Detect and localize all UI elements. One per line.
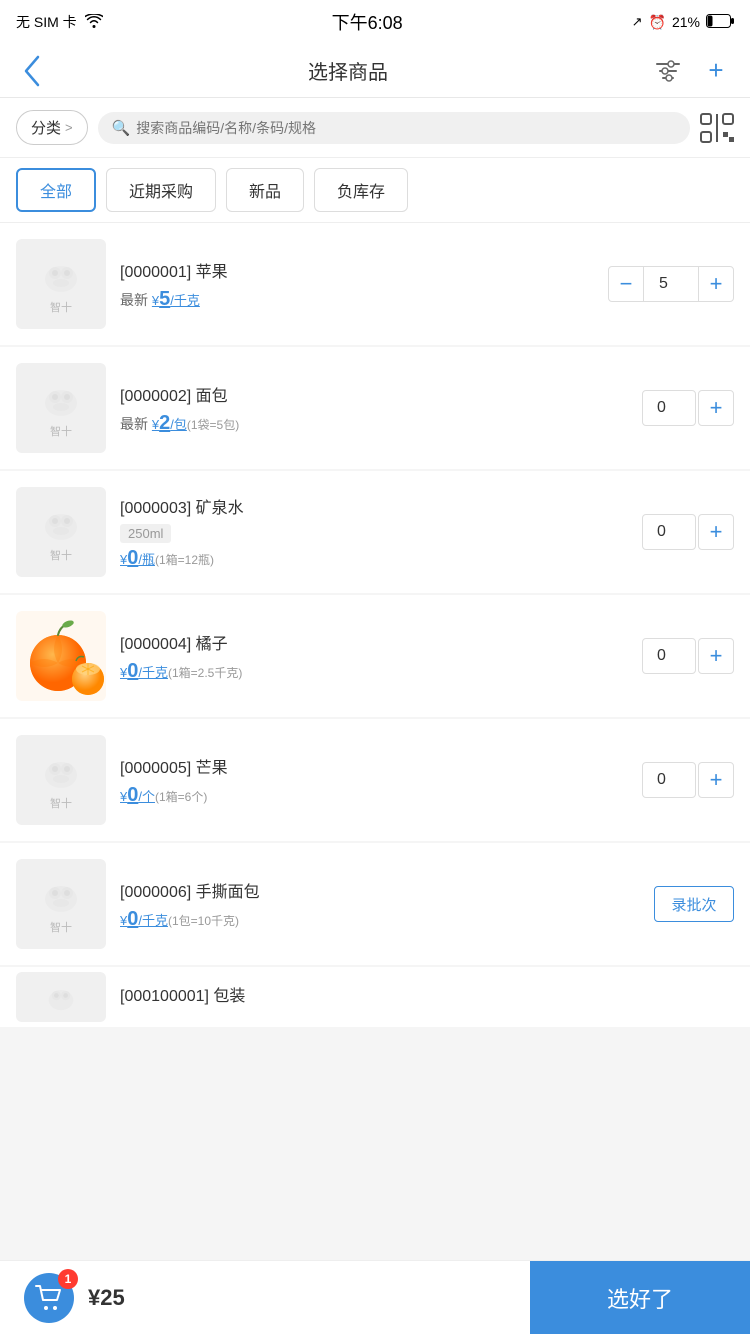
bottom-bar: 1 ¥25 选好了 bbox=[0, 1260, 750, 1334]
product-price: ¥0/千克(1箱=2.5千克) bbox=[120, 660, 628, 683]
product-price: 最新 ¥2/包(1袋=5包) bbox=[120, 412, 628, 435]
list-item: 智十 [0000005] 芒果 ¥0/个(1箱=6个) + bbox=[0, 719, 750, 841]
nav-bar: 选择商品 + bbox=[0, 44, 750, 98]
category-arrow: > bbox=[65, 120, 73, 135]
quantity-increase-button[interactable]: + bbox=[698, 266, 734, 302]
search-icon: 🔍 bbox=[112, 119, 131, 137]
product-image-0000003: 智十 bbox=[16, 487, 106, 577]
category-button[interactable]: 分类 > bbox=[16, 110, 88, 145]
product-price: ¥0/瓶(1箱=12瓶) bbox=[120, 547, 628, 570]
carrier-text: 无 SIM 卡 bbox=[16, 12, 77, 32]
quantity-control-0000003: + bbox=[642, 514, 734, 550]
product-name: [0000004] 橘子 bbox=[120, 630, 628, 654]
scan-button[interactable] bbox=[700, 113, 734, 143]
product-info-0000003: [0000003] 矿泉水 250ml ¥0/瓶(1箱=12瓶) bbox=[120, 494, 628, 570]
product-price: ¥0/千克(1包=10千克) bbox=[120, 908, 640, 931]
back-button[interactable] bbox=[20, 53, 42, 89]
cart-total: ¥25 bbox=[88, 1285, 125, 1311]
quantity-decrease-button[interactable]: − bbox=[608, 266, 644, 302]
list-item: [0000004] 橘子 ¥0/千克(1箱=2.5千克) + bbox=[0, 595, 750, 717]
confirm-button[interactable]: 选好了 bbox=[530, 1261, 750, 1334]
page-title: 选择商品 bbox=[308, 56, 388, 85]
quantity-increase-button[interactable]: + bbox=[698, 638, 734, 674]
quantity-input[interactable] bbox=[642, 762, 696, 798]
product-info-0000006: [0000006] 手撕面包 ¥0/千克(1包=10千克) bbox=[120, 878, 640, 931]
quantity-increase-button[interactable]: + bbox=[698, 762, 734, 798]
tab-new[interactable]: 新品 bbox=[226, 168, 304, 212]
quantity-input[interactable] bbox=[644, 266, 698, 302]
tab-negative[interactable]: 负库存 bbox=[314, 168, 408, 212]
quantity-increase-button[interactable]: + bbox=[698, 390, 734, 426]
product-info-0000005: [0000005] 芒果 ¥0/个(1箱=6个) bbox=[120, 754, 628, 807]
tab-recent[interactable]: 近期采购 bbox=[106, 168, 216, 212]
product-name: [0000001] 苹果 bbox=[120, 258, 594, 282]
search-box[interactable]: 🔍 bbox=[98, 112, 690, 144]
add-button[interactable]: + bbox=[702, 57, 730, 85]
cart-icon-button[interactable]: 1 bbox=[24, 1273, 74, 1323]
quantity-control-0000004: + bbox=[642, 638, 734, 674]
quantity-input[interactable] bbox=[642, 390, 696, 426]
list-item: 智十 [0000003] 矿泉水 250ml ¥0/瓶(1箱=12瓶) + bbox=[0, 471, 750, 593]
list-item: [000100001] 包装 bbox=[0, 967, 750, 1027]
status-left: 无 SIM 卡 bbox=[16, 12, 103, 32]
product-list: 智十 [0000001] 苹果 最新 ¥5/千克 − + bbox=[0, 223, 750, 1027]
quantity-control-0000001: − + bbox=[608, 266, 734, 302]
search-input[interactable] bbox=[136, 120, 676, 136]
quantity-increase-button[interactable]: + bbox=[698, 514, 734, 550]
cart-area: 1 ¥25 bbox=[0, 1273, 530, 1323]
product-name: [0000003] 矿泉水 bbox=[120, 494, 628, 518]
product-info-0000002: [0000002] 面包 最新 ¥2/包(1袋=5包) bbox=[120, 382, 628, 435]
status-right: ↗ ⏰ 21% bbox=[632, 14, 734, 31]
list-item: 智十 [0000006] 手撕面包 ¥0/千克(1包=10千克) 录批次 bbox=[0, 843, 750, 965]
product-image-0000002: 智十 bbox=[16, 363, 106, 453]
list-item: 智十 [0000002] 面包 最新 ¥2/包(1袋=5包) + bbox=[0, 347, 750, 469]
alarm-icon: ⏰ bbox=[649, 14, 666, 31]
category-label: 分类 bbox=[31, 117, 61, 138]
quantity-control-0000002: + bbox=[642, 390, 734, 426]
tab-all[interactable]: 全部 bbox=[16, 168, 96, 212]
tabs-row: 全部 近期采购 新品 负库存 bbox=[0, 158, 750, 223]
quantity-input[interactable] bbox=[642, 638, 696, 674]
product-info-000100001: [000100001] 包装 bbox=[120, 982, 734, 1012]
product-image-0000006: 智十 bbox=[16, 859, 106, 949]
status-time: 下午6:08 bbox=[332, 9, 403, 35]
product-image-0000005: 智十 bbox=[16, 735, 106, 825]
wifi-icon bbox=[85, 14, 103, 31]
list-item: 智十 [0000001] 苹果 最新 ¥5/千克 − + bbox=[0, 223, 750, 345]
battery-text: 21% bbox=[672, 14, 700, 30]
product-image-0000001: 智十 bbox=[16, 239, 106, 329]
product-image-0000004 bbox=[16, 611, 106, 701]
product-spec: 250ml bbox=[120, 524, 171, 543]
product-image-000100001 bbox=[16, 972, 106, 1022]
batch-button[interactable]: 录批次 bbox=[654, 886, 734, 922]
filter-row: 分类 > 🔍 bbox=[0, 98, 750, 158]
cart-badge: 1 bbox=[58, 1269, 78, 1289]
product-name: [0000006] 手撕面包 bbox=[120, 878, 640, 902]
quantity-control-0000005: + bbox=[642, 762, 734, 798]
product-info-0000004: [0000004] 橘子 ¥0/千克(1箱=2.5千克) bbox=[120, 630, 628, 683]
product-price: 最新 ¥5/千克 bbox=[120, 288, 594, 311]
product-name: [0000005] 芒果 bbox=[120, 754, 628, 778]
filter-icon[interactable] bbox=[654, 57, 682, 85]
product-price: ¥0/个(1箱=6个) bbox=[120, 784, 628, 807]
product-name: [0000002] 面包 bbox=[120, 382, 628, 406]
quantity-input[interactable] bbox=[642, 514, 696, 550]
product-name: [000100001] 包装 bbox=[120, 982, 734, 1006]
location-icon: ↗ bbox=[632, 14, 643, 30]
status-bar: 无 SIM 卡 下午6:08 ↗ ⏰ 21% bbox=[0, 0, 750, 44]
battery-icon bbox=[706, 14, 734, 31]
product-info-0000001: [0000001] 苹果 最新 ¥5/千克 bbox=[120, 258, 594, 311]
nav-actions: + bbox=[654, 57, 730, 85]
